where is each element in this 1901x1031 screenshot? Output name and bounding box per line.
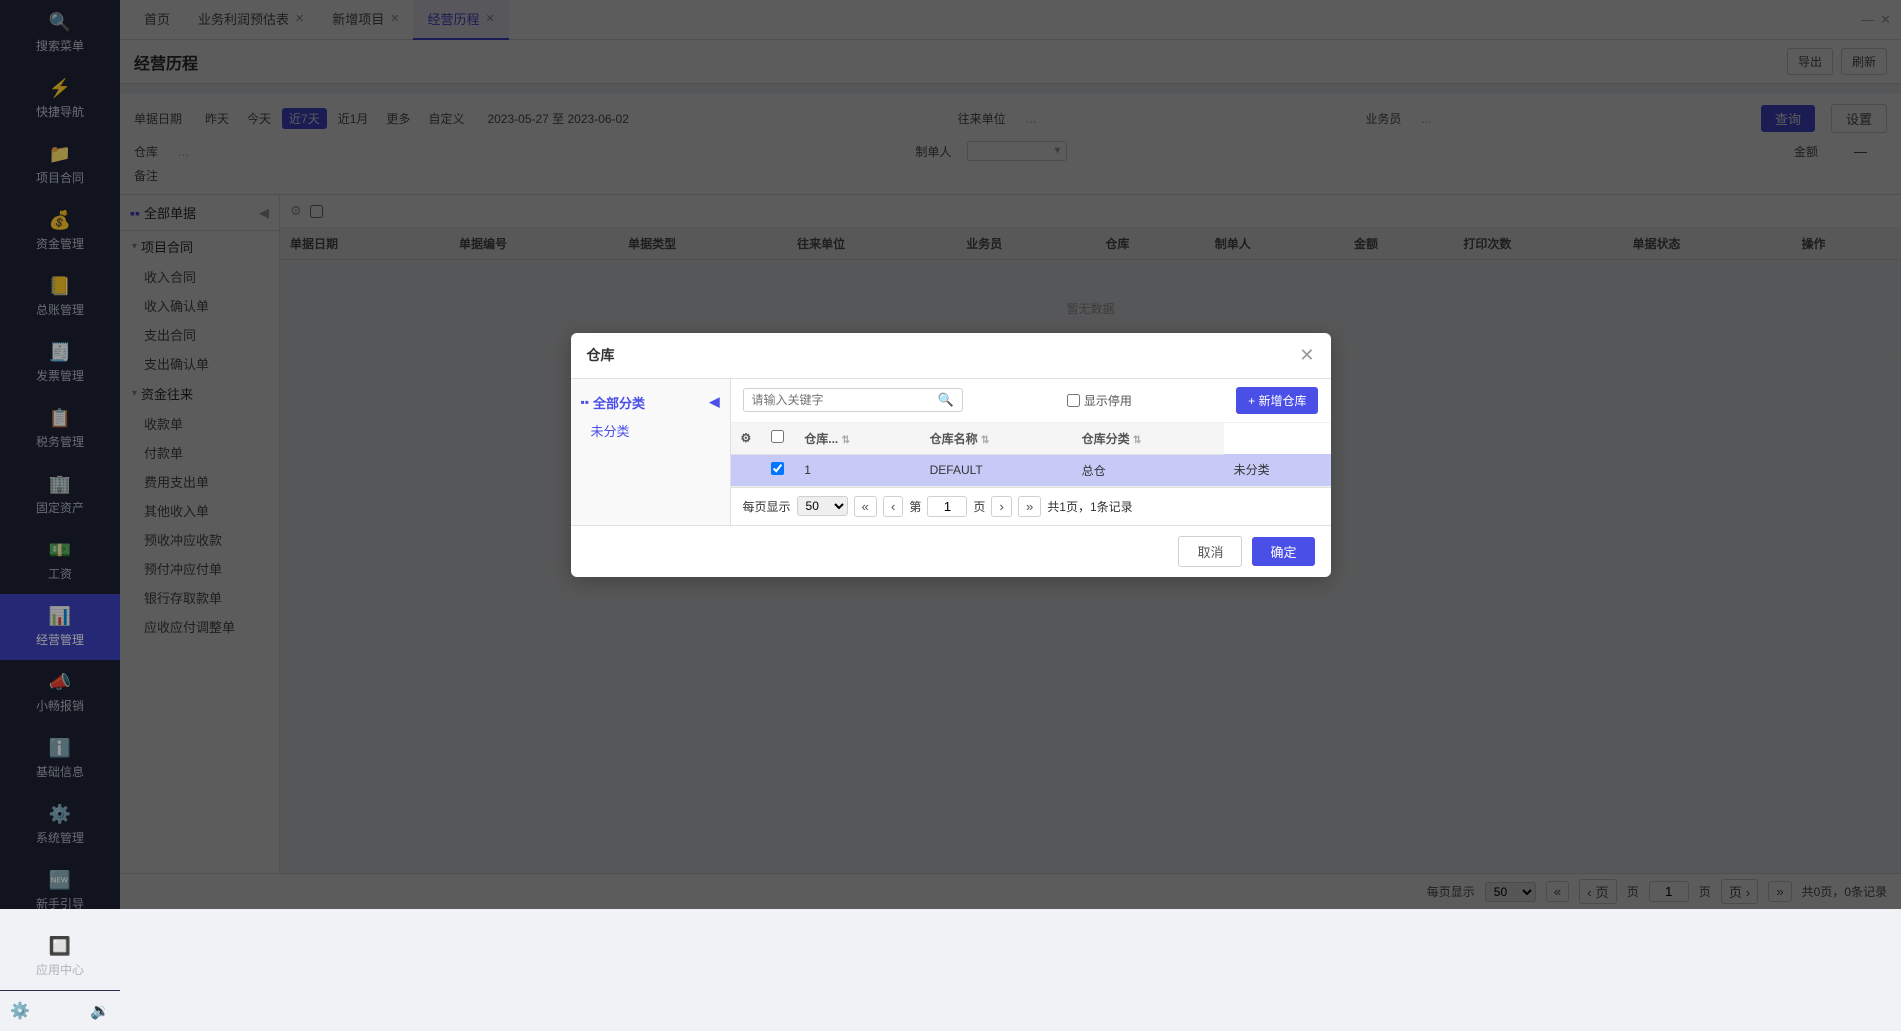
- modal-close-button[interactable]: ✕: [1299, 345, 1314, 366]
- modal-title: 仓库: [587, 345, 615, 365]
- modal-footer: 取消 确定: [571, 525, 1331, 577]
- modal-left-unclassified[interactable]: 未分类: [581, 416, 720, 445]
- modal-select-all[interactable]: [771, 430, 784, 443]
- settings-bottom-icon[interactable]: ⚙️: [10, 1001, 30, 1021]
- name-sort-icon[interactable]: ⇅: [981, 435, 989, 446]
- modal-header: 仓库 ✕: [571, 333, 1331, 379]
- warehouse-search-box: 🔍: [743, 388, 963, 412]
- modal-pagination: 每页显示 50 10 20 100 « ‹ 第 页 › » 共1页，1条记录: [731, 487, 1331, 525]
- warehouse-search-input[interactable]: [752, 393, 932, 407]
- modal-warehouse-table: ⚙ 仓库... ⇅ 仓库名称: [731, 423, 1331, 487]
- modal-prev-page[interactable]: ‹: [883, 496, 903, 517]
- row-select-checkbox[interactable]: [771, 462, 784, 475]
- sidebar-bottom: ⚙️ 🔉: [0, 990, 120, 1031]
- category-sort-icon[interactable]: ⇅: [1133, 435, 1141, 446]
- sidebar-item-appcenter[interactable]: 🔲 应用中心: [0, 924, 120, 990]
- code-sort-icon[interactable]: ⇅: [842, 435, 850, 446]
- modal-th-code: 仓库... ⇅: [794, 423, 919, 455]
- modal-per-page-select[interactable]: 50 10 20 100: [797, 496, 848, 516]
- show-disabled-checkbox[interactable]: [1067, 394, 1080, 407]
- row-checkbox: [761, 454, 794, 486]
- modal-all-label: 全部分类: [593, 393, 645, 412]
- modal-right-panel: 🔍 显示停用 + 新增仓库 ⚙: [731, 379, 1331, 525]
- unclassified-label: 未分类: [591, 424, 630, 439]
- modal-th-category: 仓库分类 ⇅: [1072, 423, 1224, 455]
- modal-cancel-button[interactable]: 取消: [1178, 536, 1242, 567]
- modal-th-checkbox: [761, 423, 794, 455]
- row-id: 1: [794, 454, 919, 486]
- modal-left-panel: ▪▪ 全部分类 ◀ 未分类: [571, 379, 731, 525]
- search-icon[interactable]: 🔍: [938, 392, 954, 408]
- appcenter-icon: 🔲: [49, 936, 71, 957]
- add-warehouse-button[interactable]: + 新增仓库: [1236, 387, 1318, 414]
- grid-small-icon: ▪▪: [581, 395, 590, 409]
- table-row[interactable]: 1 DEFAULT 总仓 未分类: [731, 454, 1331, 486]
- modal-total: 共1页，1条记录: [1047, 498, 1132, 515]
- modal-table-wrapper: ⚙ 仓库... ⇅ 仓库名称: [731, 423, 1331, 487]
- volume-icon[interactable]: 🔉: [90, 1001, 110, 1021]
- row-category: 未分类: [1224, 454, 1331, 486]
- modal-all-category[interactable]: ▪▪ 全部分类 ◀: [581, 389, 720, 416]
- show-disabled-group: 显示停用: [1067, 392, 1132, 409]
- modal-th-settings: ⚙: [731, 423, 762, 455]
- modal-toolbar: 🔍 显示停用 + 新增仓库: [731, 379, 1331, 423]
- settings-col-icon[interactable]: ⚙: [741, 431, 752, 445]
- warehouse-modal: 仓库 ✕ ▪▪ 全部分类 ◀ 未分类: [571, 333, 1331, 577]
- modal-last-page[interactable]: »: [1018, 496, 1041, 517]
- modal-confirm-button[interactable]: 确定: [1252, 537, 1314, 566]
- modal-page-unit: 页: [973, 498, 985, 515]
- row-settings: [731, 454, 762, 486]
- row-code: DEFAULT: [920, 454, 1072, 486]
- modal-page-label: 第: [909, 498, 921, 515]
- show-disabled-label: 显示停用: [1084, 392, 1132, 409]
- modal-th-name: 仓库名称 ⇅: [920, 423, 1072, 455]
- collapse-left-icon[interactable]: ◀: [710, 394, 720, 410]
- modal-first-page[interactable]: «: [854, 496, 877, 517]
- row-name: 总仓: [1072, 454, 1224, 486]
- sidebar-item-label: 应用中心: [36, 961, 84, 978]
- modal-per-page-label: 每页显示: [743, 498, 791, 515]
- modal-overlay: 仓库 ✕ ▪▪ 全部分类 ◀ 未分类: [0, 0, 1901, 909]
- modal-body: ▪▪ 全部分类 ◀ 未分类 🔍 显示停: [571, 379, 1331, 525]
- modal-next-page[interactable]: ›: [991, 496, 1011, 517]
- modal-page-input[interactable]: [927, 496, 967, 517]
